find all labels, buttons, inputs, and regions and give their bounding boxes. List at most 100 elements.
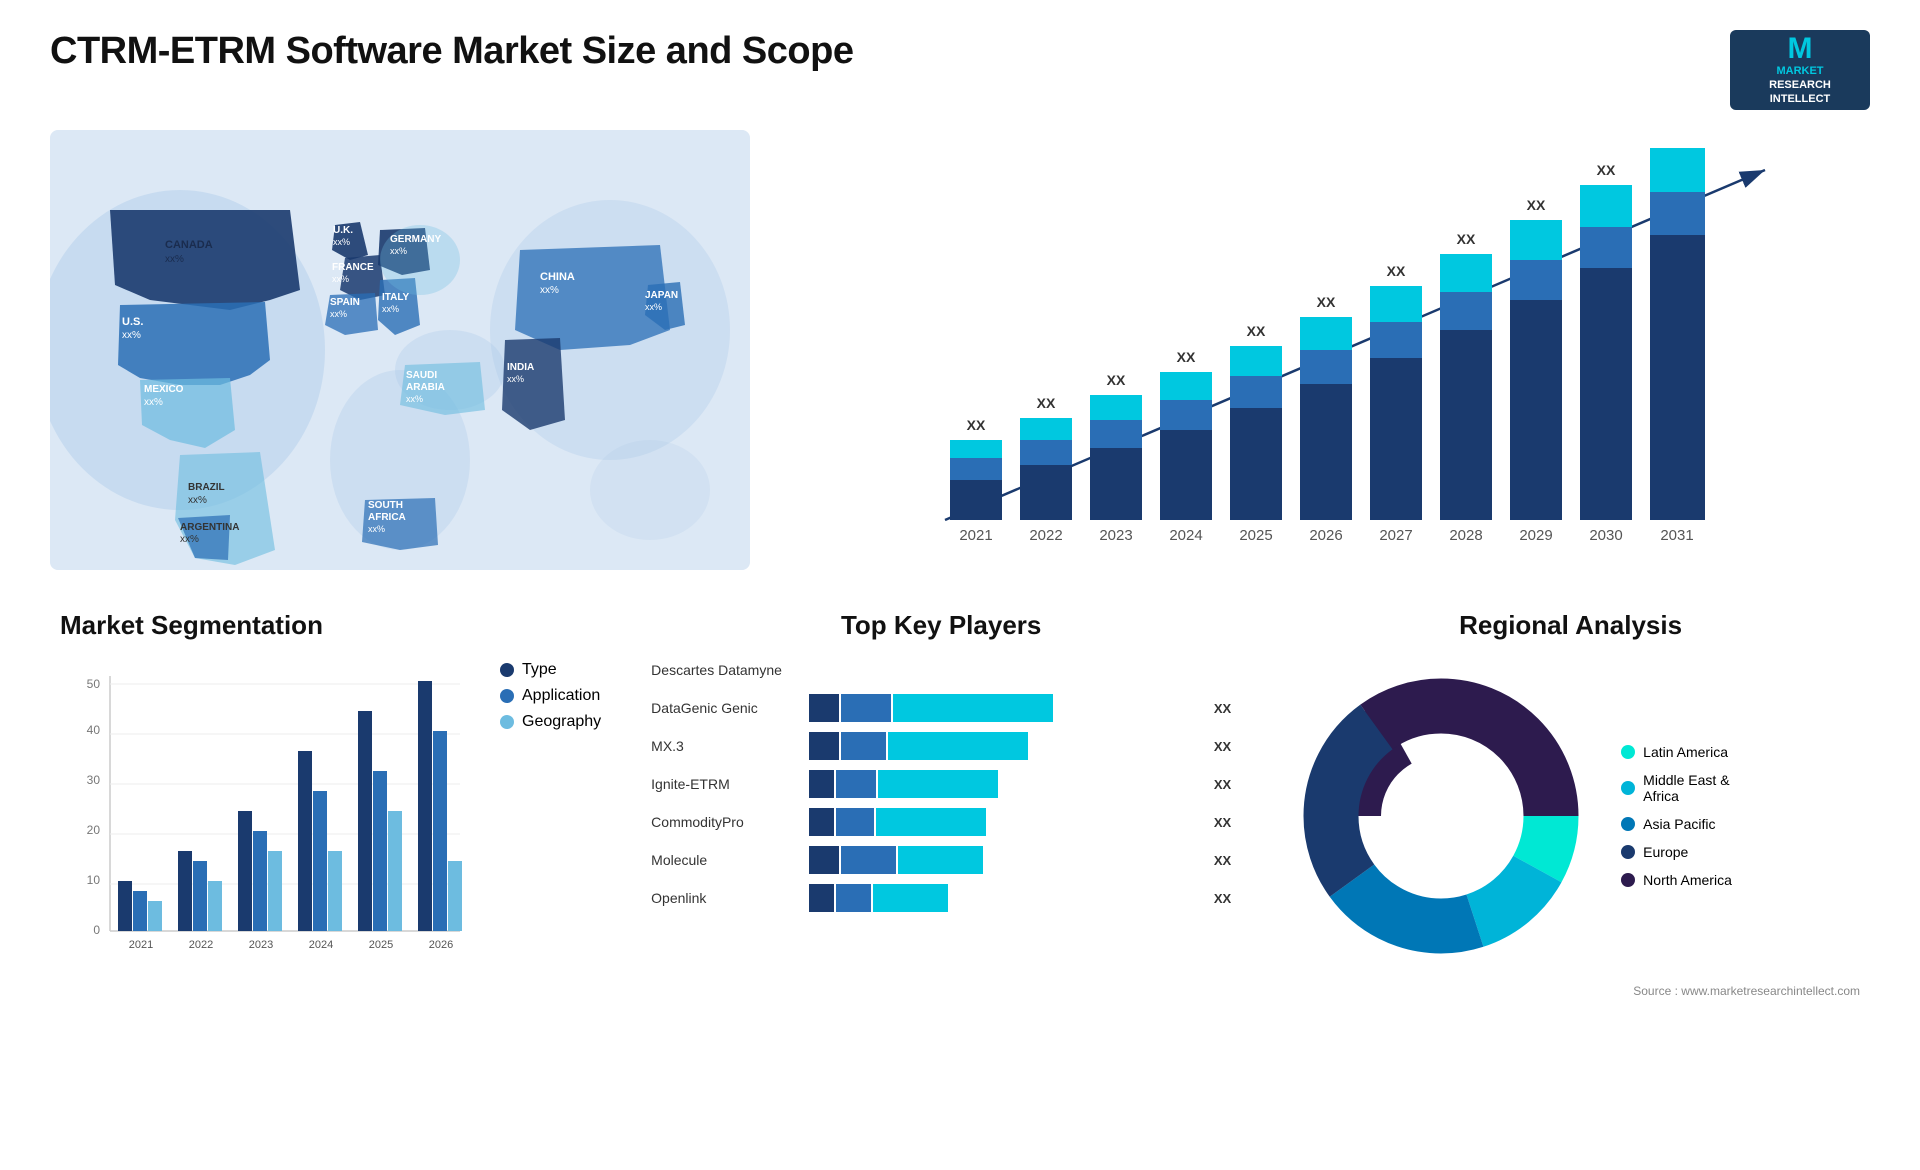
bar-seg3-molecule	[898, 846, 983, 874]
reg-legend-latin: Latin America	[1621, 744, 1732, 760]
svg-text:2030: 2030	[1589, 527, 1622, 544]
svg-text:20: 20	[87, 823, 101, 837]
svg-text:CANADA: CANADA	[165, 239, 213, 251]
legend-geography: Geography	[500, 713, 601, 731]
growth-bar-chart: XX XX XX XX XX	[810, 140, 1860, 560]
svg-text:ITALY: ITALY	[382, 292, 410, 303]
regional-panel: Regional Analysis	[1271, 600, 1870, 1140]
svg-text:xx%: xx%	[188, 495, 207, 506]
bar-seg2-datagenic	[841, 694, 891, 722]
player-name-ignite: Ignite-ETRM	[651, 776, 801, 792]
player-row-molecule: Molecule XX	[651, 846, 1231, 874]
player-bar-molecule	[809, 846, 1201, 874]
segmentation-title: Market Segmentation	[60, 610, 601, 641]
bottom-section: Market Segmentation 0 10 20 30 40 50	[50, 600, 1870, 1140]
apac-label: Asia Pacific	[1643, 816, 1715, 832]
type-dot	[500, 663, 514, 677]
na-label: North America	[1643, 872, 1732, 888]
svg-text:xx%: xx%	[645, 302, 662, 312]
regional-title: Regional Analysis	[1281, 610, 1860, 641]
player-name-mx3: MX.3	[651, 738, 801, 754]
world-map-svg: CANADA xx% U.S. xx% MEXICO xx% BRAZIL xx…	[50, 130, 750, 570]
application-dot	[500, 689, 514, 703]
svg-text:xx%: xx%	[406, 394, 423, 404]
svg-text:XX: XX	[1037, 395, 1056, 411]
bar-seg1-datagenic	[809, 694, 839, 722]
player-xx-mx3: XX	[1214, 739, 1231, 754]
svg-text:XX: XX	[1177, 349, 1196, 365]
bar-seg2-openlink	[836, 884, 871, 912]
segmentation-chart: 0 10 20 30 40 50 2	[60, 656, 480, 996]
svg-text:XX: XX	[1247, 323, 1266, 339]
player-bar-descartes	[809, 656, 1218, 684]
svg-text:2026: 2026	[1309, 527, 1342, 544]
bar-chart-container: XX XX XX XX XX	[780, 130, 1870, 570]
player-row-mx3: MX.3 XX	[651, 732, 1231, 760]
svg-text:xx%: xx%	[382, 304, 399, 314]
europe-dot	[1621, 845, 1635, 859]
player-bar-mx3	[809, 732, 1201, 760]
svg-text:2022: 2022	[1029, 527, 1062, 544]
svg-text:U.K.: U.K.	[333, 225, 353, 236]
reg-legend-apac: Asia Pacific	[1621, 816, 1732, 832]
player-name-commodity: CommodityPro	[651, 814, 801, 830]
player-name-descartes: Descartes Datamyne	[651, 662, 801, 678]
player-name-molecule: Molecule	[651, 852, 801, 868]
svg-text:SOUTH: SOUTH	[368, 500, 403, 511]
bar-seg1-ignite	[809, 770, 834, 798]
svg-text:xx%: xx%	[180, 534, 199, 545]
bar-seg3-ignite	[878, 770, 998, 798]
svg-text:10: 10	[87, 873, 101, 887]
svg-text:BRAZIL: BRAZIL	[188, 482, 225, 493]
player-row-datagenic: DataGenic Genic XX	[651, 694, 1231, 722]
logo-area: M MARKET RESEARCH INTELLECT	[1730, 30, 1870, 110]
svg-text:XX: XX	[967, 417, 986, 433]
na-dot	[1621, 873, 1635, 887]
regional-donut-chart	[1281, 656, 1601, 976]
apac-dot	[1621, 817, 1635, 831]
map-container: CANADA xx% U.S. xx% MEXICO xx% BRAZIL xx…	[50, 130, 750, 570]
svg-text:SAUDI: SAUDI	[406, 370, 437, 381]
segmentation-legend: Type Application Geography	[500, 661, 601, 731]
svg-text:SPAIN: SPAIN	[330, 297, 360, 308]
svg-text:2029: 2029	[1519, 527, 1552, 544]
mea-label: Middle East &Africa	[1643, 772, 1729, 804]
top-players-title: Top Key Players	[651, 610, 1231, 641]
bar-seg1-commodity	[809, 808, 834, 836]
bar-seg2-mx3	[841, 732, 886, 760]
svg-text:2025: 2025	[369, 939, 393, 951]
page: CTRM-ETRM Software Market Size and Scope…	[0, 0, 1920, 1170]
mea-dot	[1621, 781, 1635, 795]
player-bar-ignite	[809, 770, 1201, 798]
player-bar-openlink	[809, 884, 1201, 912]
player-row-commodity: CommodityPro XX	[651, 808, 1231, 836]
application-label: Application	[522, 687, 600, 705]
player-xx-datagenic: XX	[1214, 701, 1231, 716]
svg-text:50: 50	[87, 677, 101, 691]
svg-text:2021: 2021	[959, 527, 992, 544]
svg-text:2024: 2024	[309, 939, 333, 951]
svg-text:FRANCE: FRANCE	[332, 262, 374, 273]
svg-text:AFRICA: AFRICA	[368, 512, 406, 523]
svg-text:xx%: xx%	[165, 254, 184, 265]
svg-text:2026: 2026	[429, 939, 453, 951]
bar-seg3-mx3	[888, 732, 1028, 760]
svg-text:2024: 2024	[1169, 527, 1202, 544]
svg-text:xx%: xx%	[507, 374, 524, 384]
svg-text:2031: 2031	[1660, 527, 1693, 544]
svg-text:JAPAN: JAPAN	[645, 290, 678, 301]
latin-dot	[1621, 745, 1635, 759]
svg-text:xx%: xx%	[333, 237, 350, 247]
svg-text:ARABIA: ARABIA	[406, 382, 445, 393]
player-xx-commodity: XX	[1214, 815, 1231, 830]
svg-text:2027: 2027	[1379, 527, 1412, 544]
key-players-panel: Top Key Players Descartes Datamyne DataG…	[641, 600, 1241, 1140]
svg-text:U.S.: U.S.	[122, 316, 143, 328]
svg-text:CHINA: CHINA	[540, 271, 575, 283]
bar-seg3-openlink	[873, 884, 948, 912]
svg-text:2021: 2021	[129, 939, 153, 951]
player-row-openlink: Openlink XX	[651, 884, 1231, 912]
svg-text:40: 40	[87, 723, 101, 737]
regional-legend: Latin America Middle East &Africa Asia P…	[1621, 744, 1732, 888]
svg-text:xx%: xx%	[122, 330, 141, 341]
